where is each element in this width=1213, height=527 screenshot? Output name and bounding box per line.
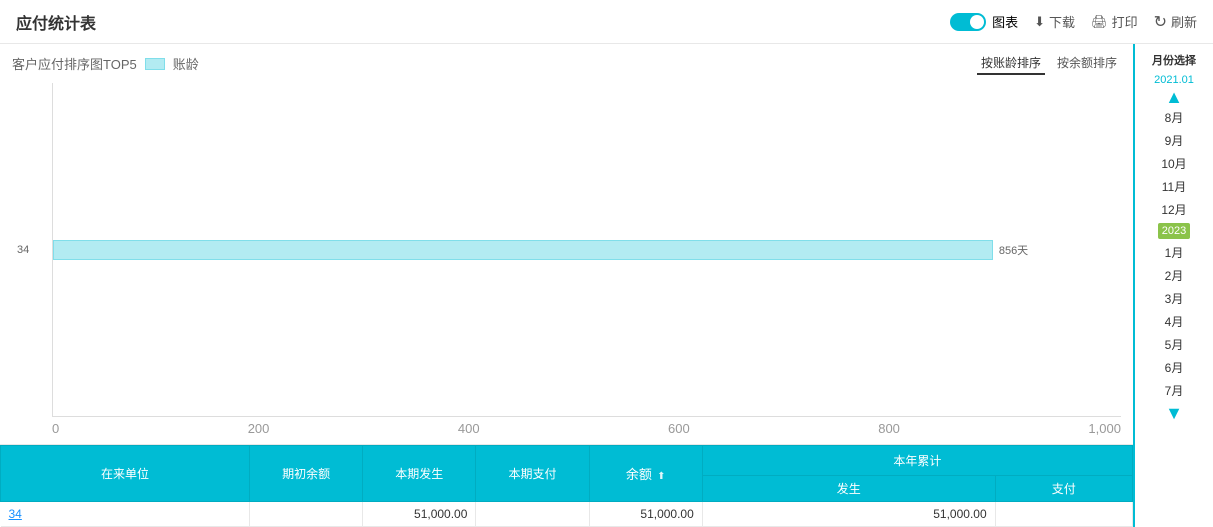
- sidebar-month-11[interactable]: 11月: [1135, 175, 1213, 198]
- legend-label: 账龄: [173, 54, 199, 73]
- sidebar-down-button[interactable]: ▼: [1165, 404, 1183, 422]
- col-benqifa-header: 本期发生: [363, 446, 476, 502]
- x-axis-labels: 0 200 400 600 800 1,000: [52, 417, 1121, 436]
- data-table: 在来单位 期初余额 本期发生 本期支付 余额 ⬆ 本年累计 发生: [0, 445, 1133, 527]
- sidebar-month-8[interactable]: 8月: [1135, 106, 1213, 129]
- bar-y-label: 34: [17, 244, 29, 256]
- cell-qichu: [250, 502, 363, 527]
- right-sidebar: 月份选择 2021.01 ▲ 8月 9月 10月 11月 12月 2023 1月…: [1133, 44, 1213, 527]
- x-label-400: 400: [458, 421, 480, 436]
- sidebar-month-1[interactable]: 1月: [1135, 241, 1213, 264]
- table-row: 34 51,000.00 51,000.00 51,000.00: [1, 502, 1133, 527]
- col-fa-header: 发生: [702, 476, 995, 502]
- toggle-label: 图表: [992, 12, 1018, 31]
- sidebar-month-7[interactable]: 7月: [1135, 379, 1213, 402]
- sidebar-month-9[interactable]: 9月: [1135, 129, 1213, 152]
- sidebar-month-4[interactable]: 4月: [1135, 310, 1213, 333]
- chart-legend: 客户应付排序图TOP5 账龄: [12, 54, 199, 73]
- col-qichu-header: 期初余额: [250, 446, 363, 502]
- download-button[interactable]: 下载: [1034, 12, 1075, 31]
- x-label-0: 0: [52, 421, 59, 436]
- sidebar-months: 8月 9月 10月 11月 12月 2023 1月 2月 3月 4月 5月 6月…: [1135, 106, 1213, 402]
- tab-amount[interactable]: 按账龄排序: [977, 52, 1045, 75]
- bar-row: 856天: [53, 240, 1121, 260]
- page-header: 应付统计表 图表 下载 打印 刷新: [0, 0, 1213, 44]
- chart-canvas: 34 856天 0 200 400 600: [12, 83, 1121, 436]
- cell-yue: 51,000.00: [589, 502, 702, 527]
- col-zhi-header: 支付: [995, 476, 1132, 502]
- sidebar-up-button[interactable]: ▲: [1165, 88, 1183, 106]
- chart-area: 客户应付排序图TOP5 账龄 按账龄排序 按余额排序 34: [0, 44, 1133, 444]
- chart-title: 客户应付排序图TOP5: [12, 54, 137, 73]
- chart-toggle-wrap: 图表: [950, 12, 1018, 31]
- x-label-600: 600: [668, 421, 690, 436]
- print-icon: [1091, 14, 1108, 30]
- sidebar-month-5[interactable]: 5月: [1135, 333, 1213, 356]
- x-label-200: 200: [248, 421, 270, 436]
- header-actions: 图表 下载 打印 刷新: [950, 12, 1197, 32]
- main-content: 客户应付排序图TOP5 账龄 按账龄排序 按余额排序 34: [0, 44, 1213, 527]
- sidebar-date: 2021.01: [1152, 72, 1196, 88]
- sidebar-month-6[interactable]: 6月: [1135, 356, 1213, 379]
- sidebar-header: 月份选择: [1150, 48, 1198, 72]
- x-label-800: 800: [878, 421, 900, 436]
- col-yue-header: 余额 ⬆: [589, 446, 702, 502]
- chart-tabs: 按账龄排序 按余额排序: [977, 52, 1121, 75]
- sidebar-month-10[interactable]: 10月: [1135, 152, 1213, 175]
- tab-balance[interactable]: 按余额排序: [1053, 52, 1121, 75]
- refresh-button[interactable]: 刷新: [1154, 12, 1197, 32]
- cell-benqizhi: [476, 502, 589, 527]
- page-title: 应付统计表: [16, 10, 96, 34]
- sidebar-month-12[interactable]: 12月: [1135, 198, 1213, 221]
- cell-benqifa: 51,000.00: [363, 502, 476, 527]
- cell-fa: 51,000.00: [702, 502, 995, 527]
- col-group-header: 本年累计: [702, 446, 1132, 476]
- chart-header: 客户应付排序图TOP5 账龄 按账龄排序 按余额排序: [12, 52, 1121, 75]
- x-axis-line: [53, 416, 1121, 417]
- print-button[interactable]: 打印: [1091, 12, 1138, 31]
- legend-box-zhanglin: [145, 58, 165, 70]
- col-benqizhi-header: 本期支付: [476, 446, 589, 502]
- sidebar-year-badge: 2023: [1158, 223, 1190, 239]
- cell-laiwai[interactable]: 34: [1, 502, 250, 527]
- bar: [53, 240, 993, 260]
- bar-value-label: 856天: [999, 242, 1028, 258]
- chart-body: 34 856天: [52, 83, 1121, 417]
- table-area: 在来单位 期初余额 本期发生 本期支付 余额 ⬆ 本年累计 发生: [0, 444, 1133, 527]
- download-icon: [1034, 14, 1045, 30]
- cell-zhi: [995, 502, 1132, 527]
- sidebar-month-2[interactable]: 2月: [1135, 264, 1213, 287]
- yue-sort-icon: ⬆: [657, 471, 665, 482]
- chart-toggle[interactable]: [950, 13, 986, 31]
- sidebar-month-3[interactable]: 3月: [1135, 287, 1213, 310]
- col-laiwai-header: 在来单位: [1, 446, 250, 502]
- x-label-1000: 1,000: [1088, 421, 1121, 436]
- left-panel: 客户应付排序图TOP5 账龄 按账龄排序 按余额排序 34: [0, 44, 1133, 527]
- refresh-icon: [1154, 12, 1167, 32]
